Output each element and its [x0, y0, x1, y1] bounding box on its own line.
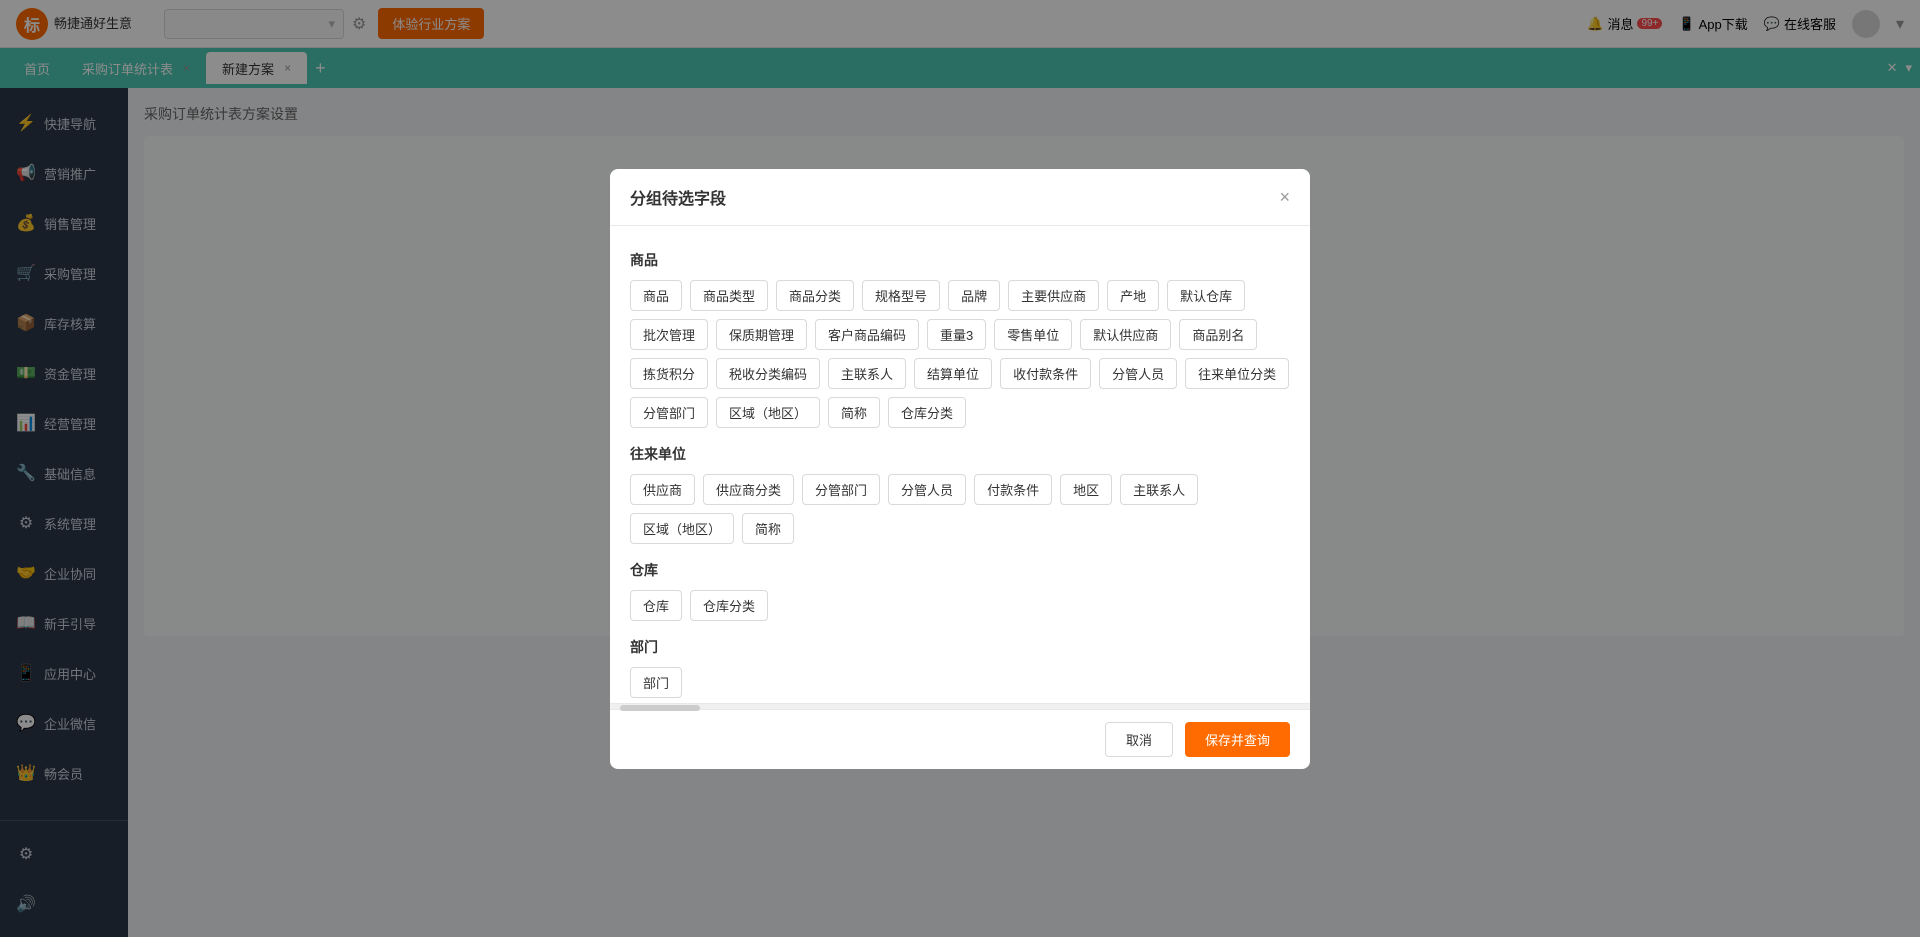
modal-scrollbar-thumb — [620, 705, 700, 711]
modal-horizontal-scrollbar[interactable] — [610, 703, 1310, 709]
field-tag-goods-13[interactable]: 零售单位 — [994, 319, 1072, 350]
field-group-partner: 供应商 供应商分类 分管部门 分管人员 付款条件 地区 主联系人 区域（地区） … — [630, 474, 1290, 544]
field-tag-goods-1[interactable]: 商品 — [630, 280, 682, 311]
field-tag-goods-8[interactable]: 默认仓库 — [1167, 280, 1245, 311]
field-tag-goods-14[interactable]: 默认供应商 — [1080, 319, 1171, 350]
modal-header: 分组待选字段 × — [610, 169, 1310, 226]
field-tag-partner-5[interactable]: 付款条件 — [974, 474, 1052, 505]
field-tag-goods-22[interactable]: 往来单位分类 — [1185, 358, 1289, 389]
field-tag-partner-1[interactable]: 供应商 — [630, 474, 695, 505]
field-tag-goods-15[interactable]: 商品别名 — [1179, 319, 1257, 350]
field-tag-goods-16[interactable]: 拣货积分 — [630, 358, 708, 389]
field-tag-partner-3[interactable]: 分管部门 — [802, 474, 880, 505]
field-tag-partner-8[interactable]: 区域（地区） — [630, 513, 734, 544]
field-tag-goods-7[interactable]: 产地 — [1107, 280, 1159, 311]
field-tag-goods-6[interactable]: 主要供应商 — [1008, 280, 1099, 311]
field-tag-partner-4[interactable]: 分管人员 — [888, 474, 966, 505]
cancel-button[interactable]: 取消 — [1105, 722, 1173, 757]
modal-overlay: 分组待选字段 × 商品 商品 商品类型 商品分类 规格型号 品牌 主要供应商 产… — [0, 0, 1920, 937]
modal-body[interactable]: 商品 商品 商品类型 商品分类 规格型号 品牌 主要供应商 产地 默认仓库 批次… — [610, 226, 1310, 703]
field-tag-partner-6[interactable]: 地区 — [1060, 474, 1112, 505]
field-tag-goods-21[interactable]: 分管人员 — [1099, 358, 1177, 389]
section-title-warehouse: 仓库 — [630, 560, 1290, 580]
field-tag-goods-19[interactable]: 结算单位 — [914, 358, 992, 389]
field-tag-goods-20[interactable]: 收付款条件 — [1000, 358, 1091, 389]
modal-footer: 取消 保存并查询 — [610, 709, 1310, 769]
field-tag-partner-9[interactable]: 简称 — [742, 513, 794, 544]
field-tag-partner-7[interactable]: 主联系人 — [1120, 474, 1198, 505]
field-tag-goods-17[interactable]: 税收分类编码 — [716, 358, 820, 389]
field-tag-goods-25[interactable]: 简称 — [828, 397, 880, 428]
field-tag-partner-2[interactable]: 供应商分类 — [703, 474, 794, 505]
field-group-goods: 商品 商品类型 商品分类 规格型号 品牌 主要供应商 产地 默认仓库 批次管理 … — [630, 280, 1290, 428]
field-selection-modal: 分组待选字段 × 商品 商品 商品类型 商品分类 规格型号 品牌 主要供应商 产… — [610, 169, 1310, 769]
field-tag-goods-9[interactable]: 批次管理 — [630, 319, 708, 350]
field-tag-goods-10[interactable]: 保质期管理 — [716, 319, 807, 350]
field-tag-goods-12[interactable]: 重量3 — [927, 319, 986, 350]
modal-close-button[interactable]: × — [1279, 188, 1290, 206]
field-tag-goods-18[interactable]: 主联系人 — [828, 358, 906, 389]
field-tag-department-1[interactable]: 部门 — [630, 667, 682, 698]
field-tag-goods-4[interactable]: 规格型号 — [862, 280, 940, 311]
field-tag-goods-26[interactable]: 仓库分类 — [888, 397, 966, 428]
modal-title: 分组待选字段 — [630, 185, 726, 209]
confirm-button[interactable]: 保存并查询 — [1185, 722, 1290, 757]
section-title-department: 部门 — [630, 637, 1290, 657]
field-group-department: 部门 — [630, 667, 1290, 698]
field-tag-goods-11[interactable]: 客户商品编码 — [815, 319, 919, 350]
field-tag-warehouse-1[interactable]: 仓库 — [630, 590, 682, 621]
field-tag-goods-24[interactable]: 区域（地区） — [716, 397, 820, 428]
section-title-goods: 商品 — [630, 250, 1290, 270]
field-tag-goods-2[interactable]: 商品类型 — [690, 280, 768, 311]
field-tag-warehouse-2[interactable]: 仓库分类 — [690, 590, 768, 621]
section-title-partner: 往来单位 — [630, 444, 1290, 464]
field-group-warehouse: 仓库 仓库分类 — [630, 590, 1290, 621]
field-tag-goods-23[interactable]: 分管部门 — [630, 397, 708, 428]
field-tag-goods-5[interactable]: 品牌 — [948, 280, 1000, 311]
field-tag-goods-3[interactable]: 商品分类 — [776, 280, 854, 311]
